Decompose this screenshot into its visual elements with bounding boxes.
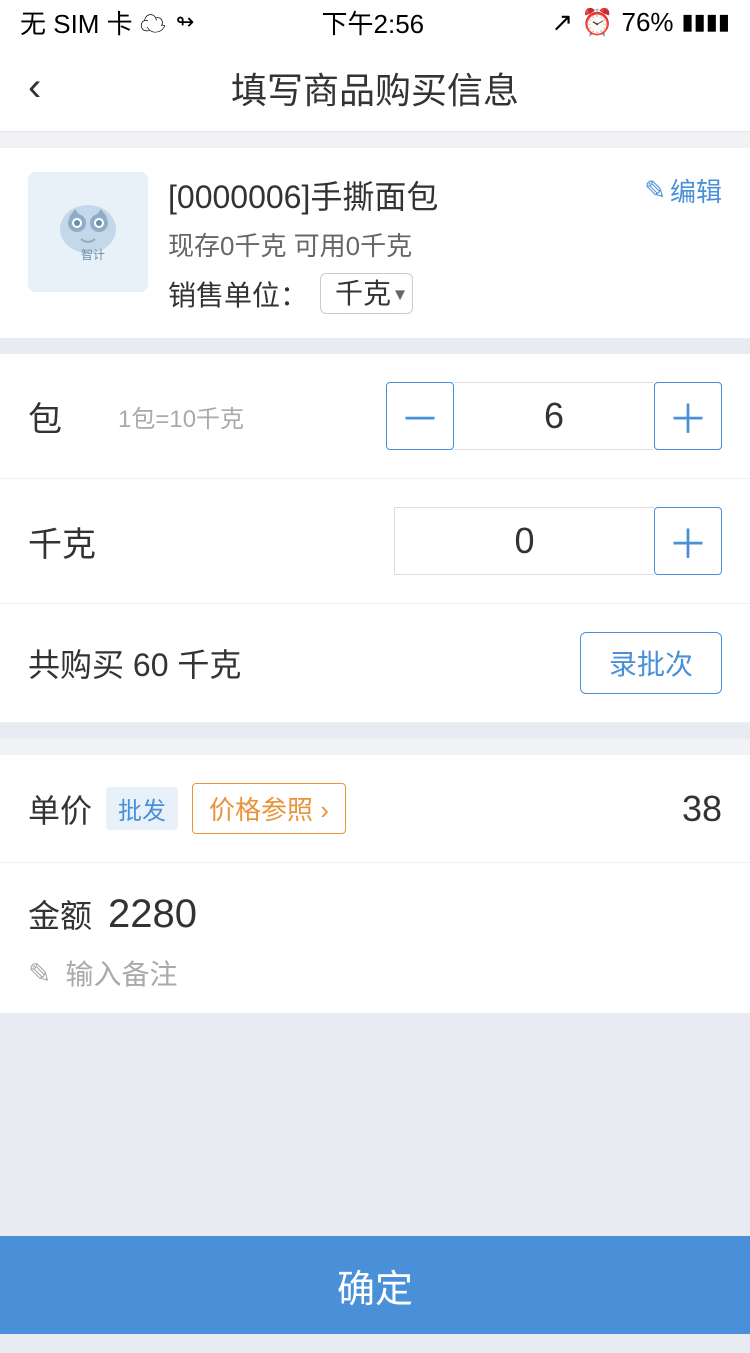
battery-icon: ▮▮▮▮ bbox=[682, 9, 730, 35]
kg-controls: ＋ bbox=[394, 507, 722, 575]
bao-label: 包 bbox=[28, 392, 108, 441]
kg-input[interactable] bbox=[394, 507, 654, 575]
nav-bar: ‹ 填写商品购买信息 bbox=[0, 44, 750, 132]
kg-input-row: 千克 ＋ bbox=[0, 479, 750, 604]
input-section: 包 1包=10千克 － ＋ 千克 ＋ 共购买 60 千克 录批次 bbox=[0, 354, 750, 723]
sim-label: 无 SIM 卡 ☁ bbox=[20, 4, 166, 41]
bao-minus-button[interactable]: － bbox=[386, 382, 454, 450]
price-tag: 批发 bbox=[106, 787, 178, 830]
bao-input-row: 包 1包=10千克 － ＋ bbox=[0, 354, 750, 479]
unit-select-wrap[interactable]: 千克 包 bbox=[320, 273, 413, 314]
back-button[interactable]: ‹ bbox=[28, 65, 41, 110]
wifi-icon: ↬ bbox=[176, 9, 194, 35]
edit-button[interactable]: ✎ 编辑 bbox=[644, 172, 722, 209]
amount-section: 金额 2280 ✎ 输入备注 bbox=[0, 863, 750, 1013]
kg-label: 千克 bbox=[28, 517, 108, 566]
confirm-button[interactable]: 确定 bbox=[0, 1236, 750, 1334]
status-right: ↗ ⏰ 76% ▮▮▮▮ bbox=[551, 7, 730, 38]
remark-icon: ✎ bbox=[28, 957, 51, 990]
bao-controls: － ＋ bbox=[386, 382, 722, 450]
divider-2 bbox=[0, 723, 750, 739]
batch-button[interactable]: 录批次 bbox=[580, 632, 722, 694]
price-left: 单价 批发 价格参照 › bbox=[28, 783, 346, 834]
unit-label: 销售单位： bbox=[168, 274, 308, 314]
page-title: 填写商品购买信息 bbox=[231, 62, 519, 114]
price-ref-button[interactable]: 价格参照 › bbox=[192, 783, 346, 834]
bao-hint: 1包=10千克 bbox=[118, 399, 244, 434]
bao-plus-button[interactable]: ＋ bbox=[654, 382, 722, 450]
price-row: 单价 批发 价格参照 › 38 bbox=[28, 783, 722, 834]
amount-row: 金额 2280 bbox=[28, 891, 722, 937]
status-left: 无 SIM 卡 ☁ ↬ bbox=[20, 4, 194, 41]
price-label: 单价 bbox=[28, 786, 92, 832]
product-thumb-icon: 智计 bbox=[53, 191, 123, 273]
product-card: 智计 [0000006]手撕面包 ✎ 编辑 现存0千克 可用0千克 销售单位： … bbox=[0, 148, 750, 338]
product-unit-row: 销售单位： 千克 包 bbox=[168, 273, 722, 314]
total-text: 共购买 60 千克 bbox=[28, 640, 241, 686]
status-bar: 无 SIM 卡 ☁ ↬ 下午2:56 ↗ ⏰ 76% ▮▮▮▮ bbox=[0, 0, 750, 44]
product-name: [0000006]手撕面包 bbox=[168, 172, 438, 218]
amount-label: 金额 bbox=[28, 891, 92, 937]
location-icon: ↗ bbox=[551, 7, 573, 38]
battery-label: 76% bbox=[622, 7, 674, 38]
remark-row[interactable]: ✎ 输入备注 bbox=[28, 953, 722, 993]
amount-value: 2280 bbox=[108, 892, 197, 937]
unit-select[interactable]: 千克 包 bbox=[320, 273, 413, 314]
divider-1 bbox=[0, 338, 750, 354]
alarm-icon: ⏰ bbox=[581, 7, 613, 38]
product-stock: 现存0千克 可用0千克 bbox=[168, 226, 722, 263]
total-row: 共购买 60 千克 录批次 bbox=[0, 604, 750, 723]
product-thumbnail: 智计 bbox=[28, 172, 148, 292]
price-section: 单价 批发 价格参照 › 38 bbox=[0, 755, 750, 863]
status-time: 下午2:56 bbox=[322, 4, 425, 41]
svg-text:智计: 智计 bbox=[81, 247, 105, 261]
edit-icon: ✎ bbox=[644, 175, 666, 206]
remark-placeholder: 输入备注 bbox=[65, 953, 177, 993]
price-value: 38 bbox=[682, 788, 722, 830]
product-info: [0000006]手撕面包 ✎ 编辑 现存0千克 可用0千克 销售单位： 千克 … bbox=[168, 172, 722, 314]
kg-plus-button[interactable]: ＋ bbox=[654, 507, 722, 575]
bao-input[interactable] bbox=[454, 382, 654, 450]
